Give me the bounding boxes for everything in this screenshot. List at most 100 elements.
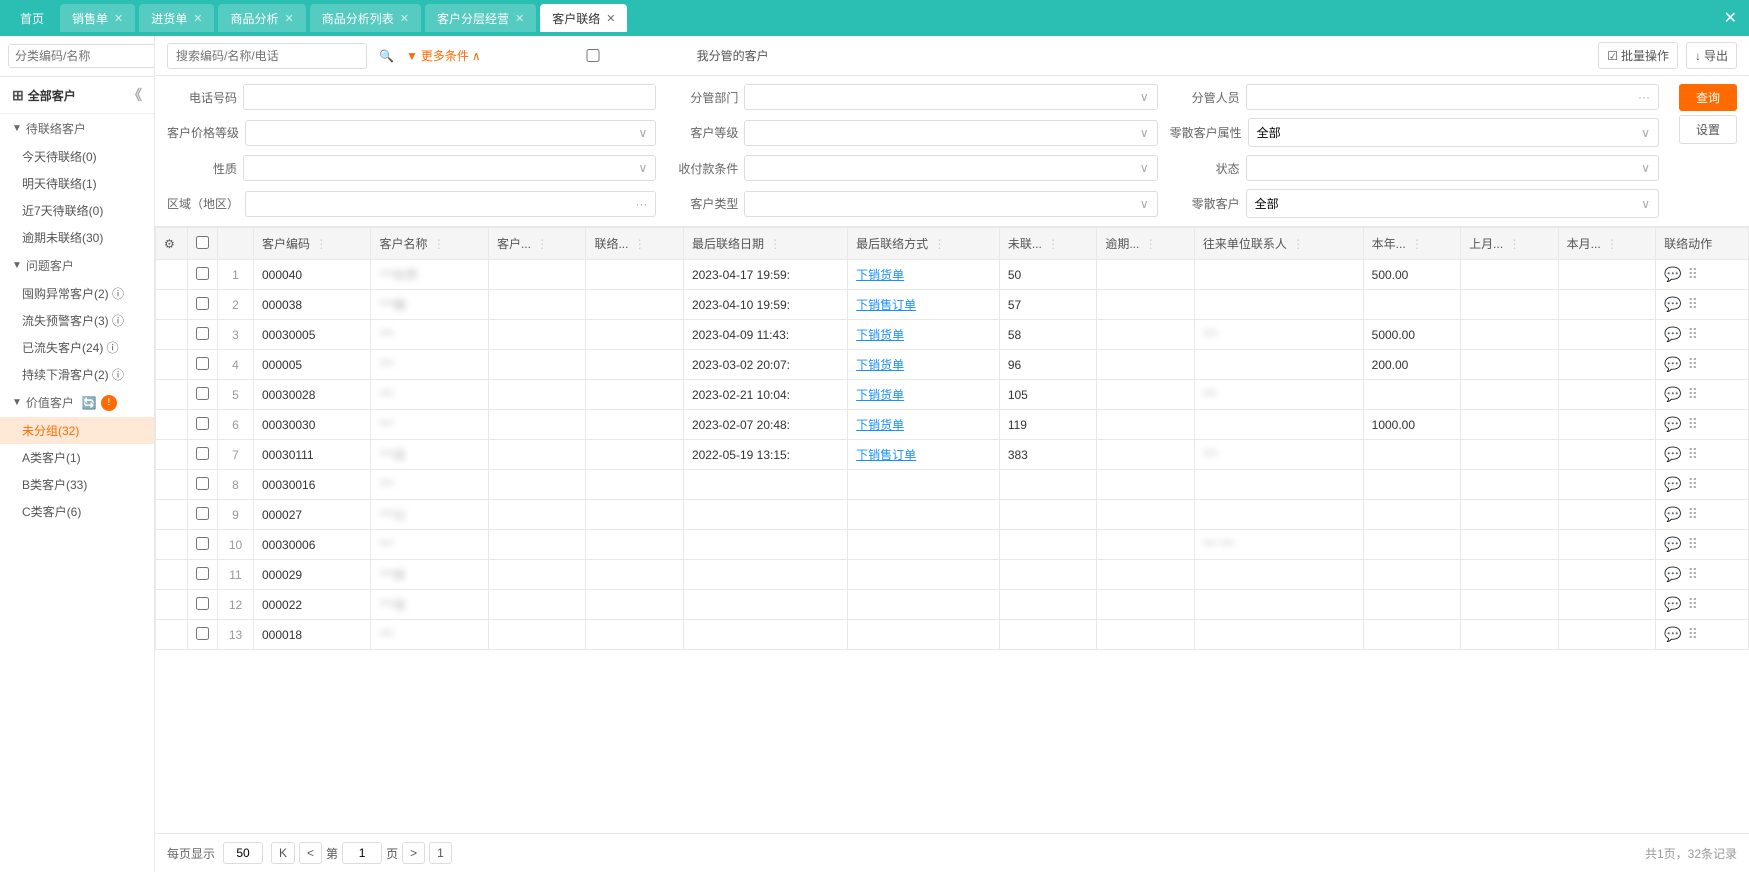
- section-pending-contact[interactable]: ▼ 待联络客户: [0, 114, 154, 143]
- row-checkbox[interactable]: [196, 447, 209, 460]
- sidebar-item-ungroup[interactable]: 未分组(32): [0, 417, 154, 444]
- message-icon[interactable]: 💬: [1664, 566, 1681, 583]
- prev-page-button[interactable]: <: [299, 842, 322, 864]
- tab-customer-contact[interactable]: 客户联络 ✕: [540, 4, 627, 32]
- row-checkbox[interactable]: [196, 567, 209, 580]
- more-icon[interactable]: ⠿: [1688, 296, 1698, 313]
- next-page-button[interactable]: >: [402, 842, 425, 864]
- search-input[interactable]: [167, 43, 367, 69]
- more-icon[interactable]: ⠿: [1688, 416, 1698, 433]
- message-icon[interactable]: 💬: [1664, 356, 1681, 373]
- sidebar-item-c-class[interactable]: C类客户(6): [0, 498, 154, 525]
- row-check[interactable]: [188, 260, 218, 290]
- sidebar-item-lost[interactable]: 已流失客户(24) ⓘ: [0, 334, 154, 361]
- message-icon[interactable]: 💬: [1664, 626, 1681, 643]
- more-icon[interactable]: ⠿: [1688, 626, 1698, 643]
- row-check[interactable]: [188, 530, 218, 560]
- last-type-link[interactable]: 下销货单: [856, 358, 904, 372]
- row-checkbox[interactable]: [196, 597, 209, 610]
- row-check[interactable]: [188, 620, 218, 650]
- last-type-link[interactable]: 下销货单: [856, 418, 904, 432]
- col-code-header[interactable]: 客户编码 ⋮: [254, 228, 371, 260]
- row-checkbox[interactable]: [196, 267, 209, 280]
- nature-select[interactable]: ∨: [243, 155, 656, 181]
- sidebar-search-input[interactable]: [8, 44, 155, 68]
- tab-sales-close[interactable]: ✕: [114, 12, 123, 25]
- message-icon[interactable]: 💬: [1664, 596, 1681, 613]
- sidebar-item-abnormal[interactable]: 囤购异常客户(2) ⓘ: [0, 280, 154, 307]
- row-last-type[interactable]: 下销售订单: [848, 290, 1000, 320]
- more-icon[interactable]: ⠿: [1688, 536, 1698, 553]
- more-icon[interactable]: ⠿: [1688, 566, 1698, 583]
- customer-level-select[interactable]: ∨: [744, 120, 1157, 146]
- payment-select[interactable]: ∨: [744, 155, 1157, 181]
- sidebar-item-overdue[interactable]: 逾期未联络(30): [0, 224, 154, 251]
- row-checkbox[interactable]: [196, 327, 209, 340]
- message-icon[interactable]: 💬: [1664, 296, 1681, 313]
- sidebar-item-lost-warning[interactable]: 流失预警客户(3) ⓘ: [0, 307, 154, 334]
- row-checkbox[interactable]: [196, 537, 209, 550]
- last-type-link[interactable]: 下销货单: [856, 388, 904, 402]
- col-type-header[interactable]: 客户... ⋮: [488, 228, 586, 260]
- section-problem-customers[interactable]: ▼ 问题客户: [0, 251, 154, 280]
- tab-purchase[interactable]: 进货单 ✕: [139, 4, 214, 32]
- col-no-contact-header[interactable]: 未联... ⋮: [999, 228, 1097, 260]
- last-type-link[interactable]: 下销货单: [856, 328, 904, 342]
- query-button[interactable]: 查询: [1679, 84, 1737, 111]
- row-last-type[interactable]: 下销货单: [848, 260, 1000, 290]
- last-page-button[interactable]: 1: [429, 842, 452, 864]
- row-checkbox[interactable]: [196, 297, 209, 310]
- reset-button[interactable]: 设置: [1679, 115, 1737, 144]
- message-icon[interactable]: 💬: [1664, 536, 1681, 553]
- more-icon[interactable]: ⠿: [1688, 596, 1698, 613]
- row-last-type[interactable]: 下销售订单: [848, 440, 1000, 470]
- phone-input[interactable]: [243, 84, 656, 110]
- dept-select[interactable]: ∨: [744, 84, 1157, 110]
- row-checkbox[interactable]: [196, 627, 209, 640]
- first-page-button[interactable]: K: [271, 842, 295, 864]
- tab-product-analysis[interactable]: 商品分析 ✕: [218, 4, 305, 32]
- row-last-type[interactable]: 下销货单: [848, 350, 1000, 380]
- sidebar-item-declining[interactable]: 持续下滑客户(2) ⓘ: [0, 361, 154, 388]
- message-icon[interactable]: 💬: [1664, 446, 1681, 463]
- row-check[interactable]: [188, 320, 218, 350]
- scatter-attr-select[interactable]: 全部 ∨: [1248, 118, 1659, 147]
- message-icon[interactable]: 💬: [1664, 506, 1681, 523]
- col-name-header[interactable]: 客户名称 ⋮: [371, 228, 488, 260]
- row-last-type[interactable]: 下销货单: [848, 410, 1000, 440]
- row-check[interactable]: [188, 350, 218, 380]
- sidebar-item-today[interactable]: 今天待联络(0): [0, 143, 154, 170]
- page-size-input[interactable]: [223, 842, 263, 864]
- more-icon[interactable]: ⠿: [1688, 326, 1698, 343]
- window-close-button[interactable]: ✕: [1720, 4, 1741, 32]
- row-check[interactable]: [188, 380, 218, 410]
- more-icon[interactable]: ⠿: [1688, 386, 1698, 403]
- tab-home[interactable]: 首页: [8, 4, 56, 32]
- more-icon[interactable]: ⠿: [1688, 446, 1698, 463]
- tab-product-list[interactable]: 商品分析列表 ✕: [310, 4, 421, 32]
- row-checkbox[interactable]: [196, 387, 209, 400]
- last-type-link[interactable]: 下销售订单: [856, 448, 916, 462]
- row-checkbox[interactable]: [196, 417, 209, 430]
- export-button[interactable]: ↓ 导出: [1686, 42, 1737, 69]
- sidebar-item-b-class[interactable]: B类客户(33): [0, 471, 154, 498]
- message-icon[interactable]: 💬: [1664, 266, 1681, 283]
- batch-operation-button[interactable]: ☑ 批量操作: [1598, 42, 1678, 69]
- row-checkbox[interactable]: [196, 507, 209, 520]
- col-last-date-header[interactable]: 最后联络日期 ⋮: [683, 228, 847, 260]
- more-icon[interactable]: ⠿: [1688, 266, 1698, 283]
- section-value-customers[interactable]: ▼ 价值客户 🔄 !: [0, 388, 154, 417]
- sidebar-all-customers[interactable]: ⊞ 全部客户 《: [0, 77, 154, 114]
- tab-customer-contact-close[interactable]: ✕: [606, 12, 615, 25]
- more-icon[interactable]: ⠿: [1688, 506, 1698, 523]
- sidebar-item-a-class[interactable]: A类客户(1): [0, 444, 154, 471]
- col-overdue-header[interactable]: 逾期... ⋮: [1097, 228, 1195, 260]
- message-icon[interactable]: 💬: [1664, 386, 1681, 403]
- my-customers-checkbox-label[interactable]: 我分管的客户: [493, 47, 769, 64]
- sidebar-item-7days[interactable]: 近7天待联络(0): [0, 197, 154, 224]
- row-check[interactable]: [188, 410, 218, 440]
- more-conditions-button[interactable]: ▼ 更多条件 ∧: [406, 47, 481, 64]
- more-icon[interactable]: ⠿: [1688, 476, 1698, 493]
- row-checkbox[interactable]: [196, 477, 209, 490]
- row-check[interactable]: [188, 560, 218, 590]
